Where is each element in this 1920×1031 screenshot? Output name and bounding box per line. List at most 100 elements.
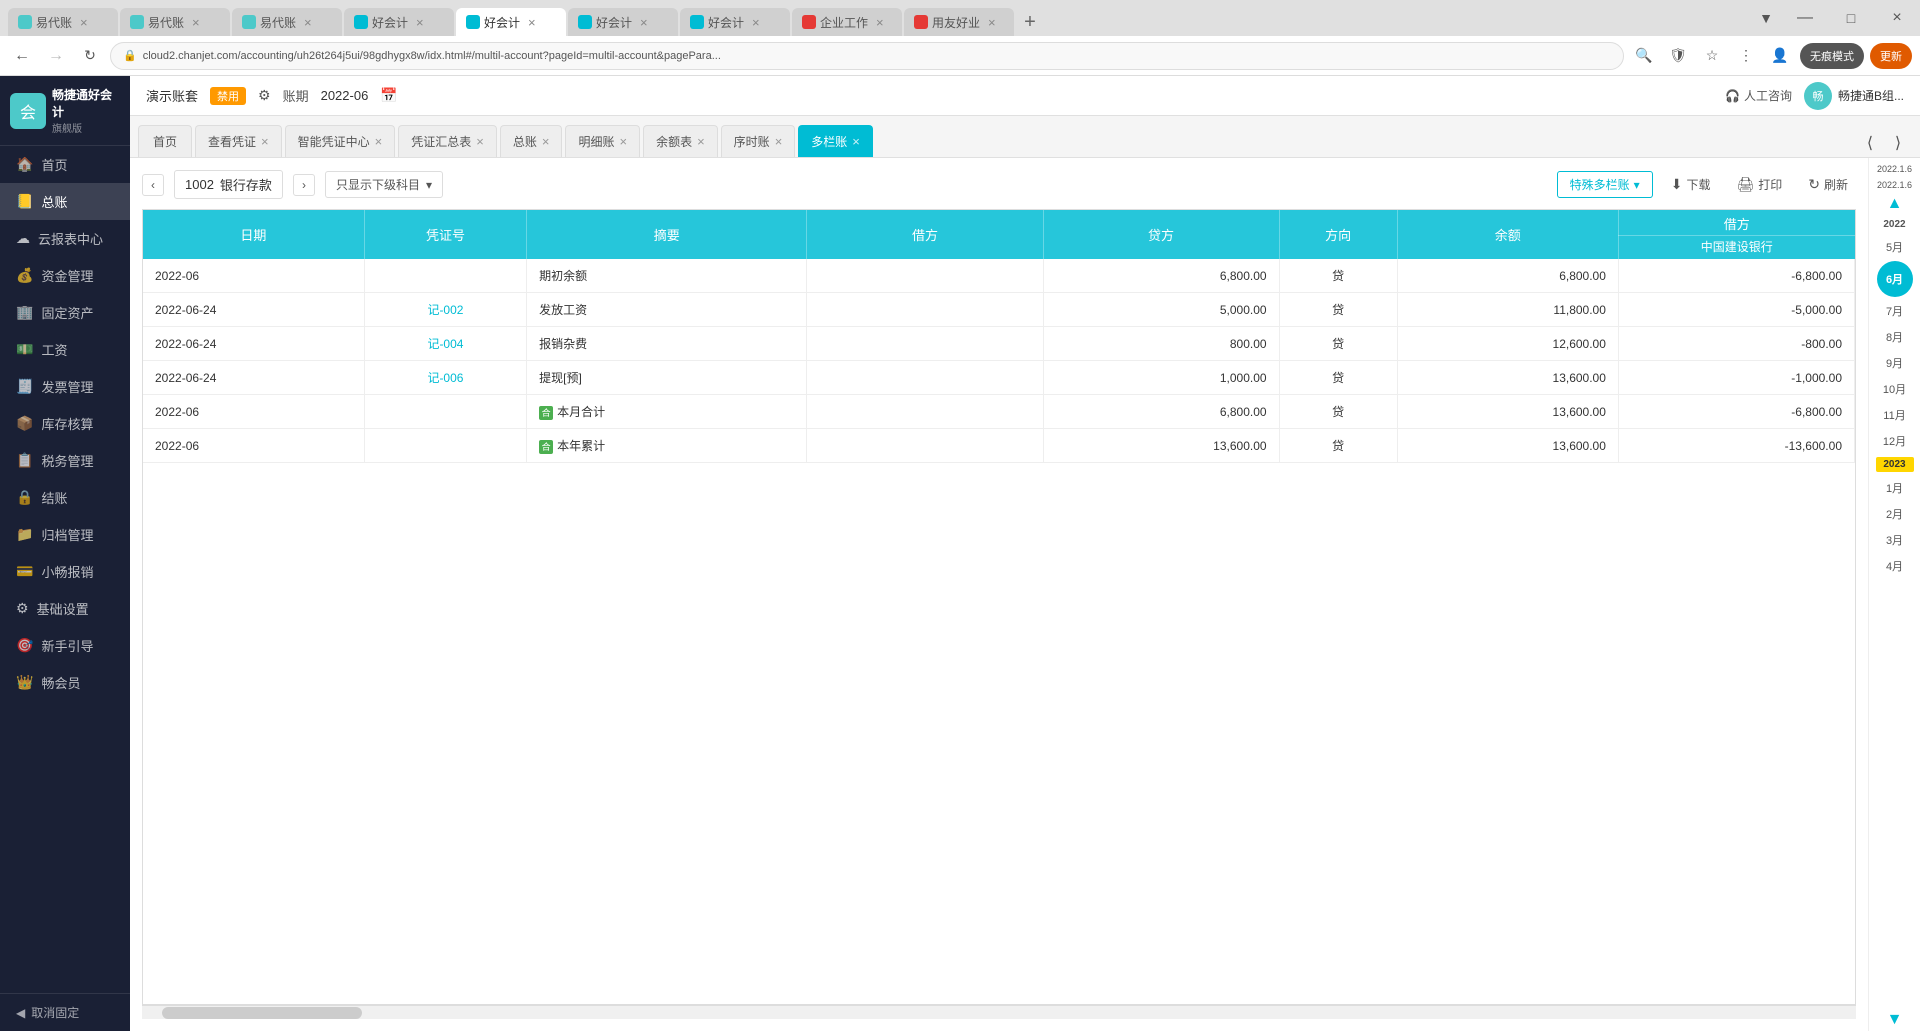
sidebar-nav-assets[interactable]: 🏢 固定资产 — [0, 294, 130, 331]
browser-menu-icon[interactable]: ⋮ — [1732, 42, 1760, 70]
cal-month-aug[interactable]: 8月 — [1875, 325, 1915, 349]
close-tab-multi[interactable]: × — [852, 134, 860, 149]
user-profile-icon[interactable]: 👤 — [1766, 42, 1794, 70]
cal-month-feb[interactable]: 2月 — [1875, 502, 1915, 526]
tab-close-6[interactable]: × — [640, 15, 648, 30]
tab-close-1[interactable]: × — [80, 15, 88, 30]
expand-tab-bar-button[interactable]: ⟩ — [1884, 129, 1912, 157]
page-tab-smart[interactable]: 智能凭证中心 × — [285, 125, 396, 157]
tab-7[interactable]: 好会计 × — [680, 8, 790, 36]
sidebar-nav-guide[interactable]: 🎯 新手引导 — [0, 627, 130, 664]
bottom-scrollbar[interactable] — [142, 1005, 1856, 1019]
close-tab-general[interactable]: × — [542, 134, 550, 149]
sidebar-nav-home[interactable]: 🏠 首页 — [0, 146, 130, 183]
cal-month-may[interactable]: 5月 — [1875, 235, 1915, 259]
calendar-scroll-up[interactable]: ▲ — [1885, 193, 1905, 215]
cal-month-sep[interactable]: 9月 — [1875, 351, 1915, 375]
close-tab-detail[interactable]: × — [619, 134, 627, 149]
tab-6[interactable]: 好会计 × — [568, 8, 678, 36]
close-tab-vouchers[interactable]: × — [261, 134, 269, 149]
cal-month-nov[interactable]: 11月 — [1875, 403, 1915, 427]
stealth-mode-button[interactable]: 无痕模式 — [1800, 43, 1864, 69]
maximize-button[interactable]: □ — [1828, 0, 1874, 36]
tab-4[interactable]: 好会计 × — [344, 8, 454, 36]
back-button[interactable]: ← — [8, 42, 36, 70]
sidebar-nav-inventory[interactable]: 📦 库存核算 — [0, 405, 130, 442]
ledger-next-button[interactable]: › — [293, 174, 315, 196]
refresh-button[interactable]: ↻ — [76, 42, 104, 70]
cal-month-apr[interactable]: 4月 — [1875, 554, 1915, 578]
cal-month-oct[interactable]: 10月 — [1875, 377, 1915, 401]
tab-close-7[interactable]: × — [752, 15, 760, 30]
header-balance: 余额 — [1397, 210, 1618, 259]
tab-close-2[interactable]: × — [192, 15, 200, 30]
page-tab-home[interactable]: 首页 — [138, 125, 192, 157]
page-tab-vouchers[interactable]: 查看凭证 × — [195, 125, 282, 157]
tab-3[interactable]: 易代账 × — [232, 8, 342, 36]
sidebar-nav-ledger[interactable]: 📒 总账 — [0, 183, 130, 220]
cal-month-jun[interactable]: 6月 — [1877, 261, 1913, 297]
cal-month-jul[interactable]: 7月 — [1875, 299, 1915, 323]
minimize-button[interactable]: — — [1782, 0, 1828, 36]
sidebar-nav-settings[interactable]: ⚙ 基础设置 — [0, 590, 130, 627]
sidebar-nav-close[interactable]: 🔒 结账 — [0, 479, 130, 516]
ledger-icon: 📒 — [16, 193, 33, 210]
help-button[interactable]: 🎧 人工咨询 — [1725, 87, 1792, 104]
page-tab-journal[interactable]: 序时账 × — [721, 125, 796, 157]
search-icon[interactable]: 🔍 — [1630, 42, 1658, 70]
calendar-scroll-down[interactable]: ▼ — [1885, 1009, 1905, 1031]
star-icon[interactable]: ☆ — [1698, 42, 1726, 70]
tab-close-8[interactable]: × — [876, 15, 884, 30]
ledger-toolbar: ‹ 1002 银行存款 › 只显示下级科目 ▾ 特殊多栏账 ▾ — [142, 170, 1856, 199]
page-tab-summary[interactable]: 凭证汇总表 × — [398, 125, 497, 157]
download-button[interactable]: ⬇ 下载 — [1663, 172, 1719, 197]
new-tab-button[interactable]: + — [1016, 8, 1044, 36]
table-row: 2022-06合本月合计6,800.00贷13,600.00-6,800.00 — [143, 395, 1855, 429]
sidebar-nav-funds[interactable]: 💰 资金管理 — [0, 257, 130, 294]
close-tab-summary[interactable]: × — [476, 134, 484, 149]
tab-close-3[interactable]: × — [304, 15, 312, 30]
page-tab-general[interactable]: 总账 × — [500, 125, 563, 157]
sidebar-nav-archive[interactable]: 📁 归档管理 — [0, 516, 130, 553]
page-tab-multi[interactable]: 多栏账 × — [798, 125, 873, 157]
tab-close-9[interactable]: × — [988, 15, 996, 30]
sidebar-nav-salary[interactable]: 💵 工资 — [0, 331, 130, 368]
filter-selector[interactable]: 只显示下级科目 ▾ — [325, 171, 443, 198]
update-button[interactable]: 更新 — [1870, 43, 1912, 69]
sidebar-nav-invoice[interactable]: 🧾 发票管理 — [0, 368, 130, 405]
ledger-prev-button[interactable]: ‹ — [142, 174, 164, 196]
tab-2[interactable]: 易代账 × — [120, 8, 230, 36]
tab-list-button[interactable]: ▼ — [1750, 0, 1782, 36]
close-tab-balance[interactable]: × — [697, 134, 705, 149]
page-tab-detail[interactable]: 明细账 × — [565, 125, 640, 157]
pin-sidebar-button[interactable]: ◀ 取消固定 — [0, 993, 130, 1031]
close-tab-smart[interactable]: × — [375, 134, 383, 149]
page-tab-balance[interactable]: 余额表 × — [643, 125, 718, 157]
refresh-ledger-button[interactable]: ↻ 刷新 — [1800, 172, 1856, 197]
sidebar-nav-expense[interactable]: 💳 小畅报销 — [0, 553, 130, 590]
cal-month-mar[interactable]: 3月 — [1875, 528, 1915, 552]
tab-close-4[interactable]: × — [416, 15, 424, 30]
calendar-icon[interactable]: 📅 — [380, 87, 397, 104]
shield-icon[interactable]: 🛡 — [1664, 42, 1692, 70]
forward-button[interactable]: → — [42, 42, 70, 70]
sidebar-nav-cloud[interactable]: ☁ 云报表中心 — [0, 220, 130, 257]
tab-9[interactable]: 用友好业 × — [904, 8, 1014, 36]
sidebar-nav-member[interactable]: 👑 畅会员 — [0, 664, 130, 701]
multi-col-button[interactable]: 特殊多栏账 ▾ — [1557, 171, 1653, 198]
user-info[interactable]: 畅 畅捷通B组... — [1804, 82, 1904, 110]
account-selector[interactable]: 1002 银行存款 — [174, 170, 283, 199]
close-window-button[interactable]: × — [1874, 0, 1920, 36]
tab-8[interactable]: 企业工作 × — [792, 8, 902, 36]
tab-1[interactable]: 易代账 × — [8, 8, 118, 36]
cal-month-jan[interactable]: 1月 — [1875, 476, 1915, 500]
tab-close-5[interactable]: × — [528, 15, 536, 30]
print-button[interactable]: 🖨 打印 — [1728, 172, 1790, 197]
cal-month-dec[interactable]: 12月 — [1875, 429, 1915, 453]
url-bar[interactable]: 🔒 cloud2.chanjet.com/accounting/uh26t264… — [110, 42, 1624, 70]
close-tab-journal[interactable]: × — [775, 134, 783, 149]
sidebar-nav-tax[interactable]: 📋 税务管理 — [0, 442, 130, 479]
collapse-tab-bar-button[interactable]: ⟨ — [1856, 129, 1884, 157]
tab-5-active[interactable]: 好会计 × — [456, 8, 566, 36]
settings-gear-icon[interactable]: ⚙ — [258, 87, 271, 104]
